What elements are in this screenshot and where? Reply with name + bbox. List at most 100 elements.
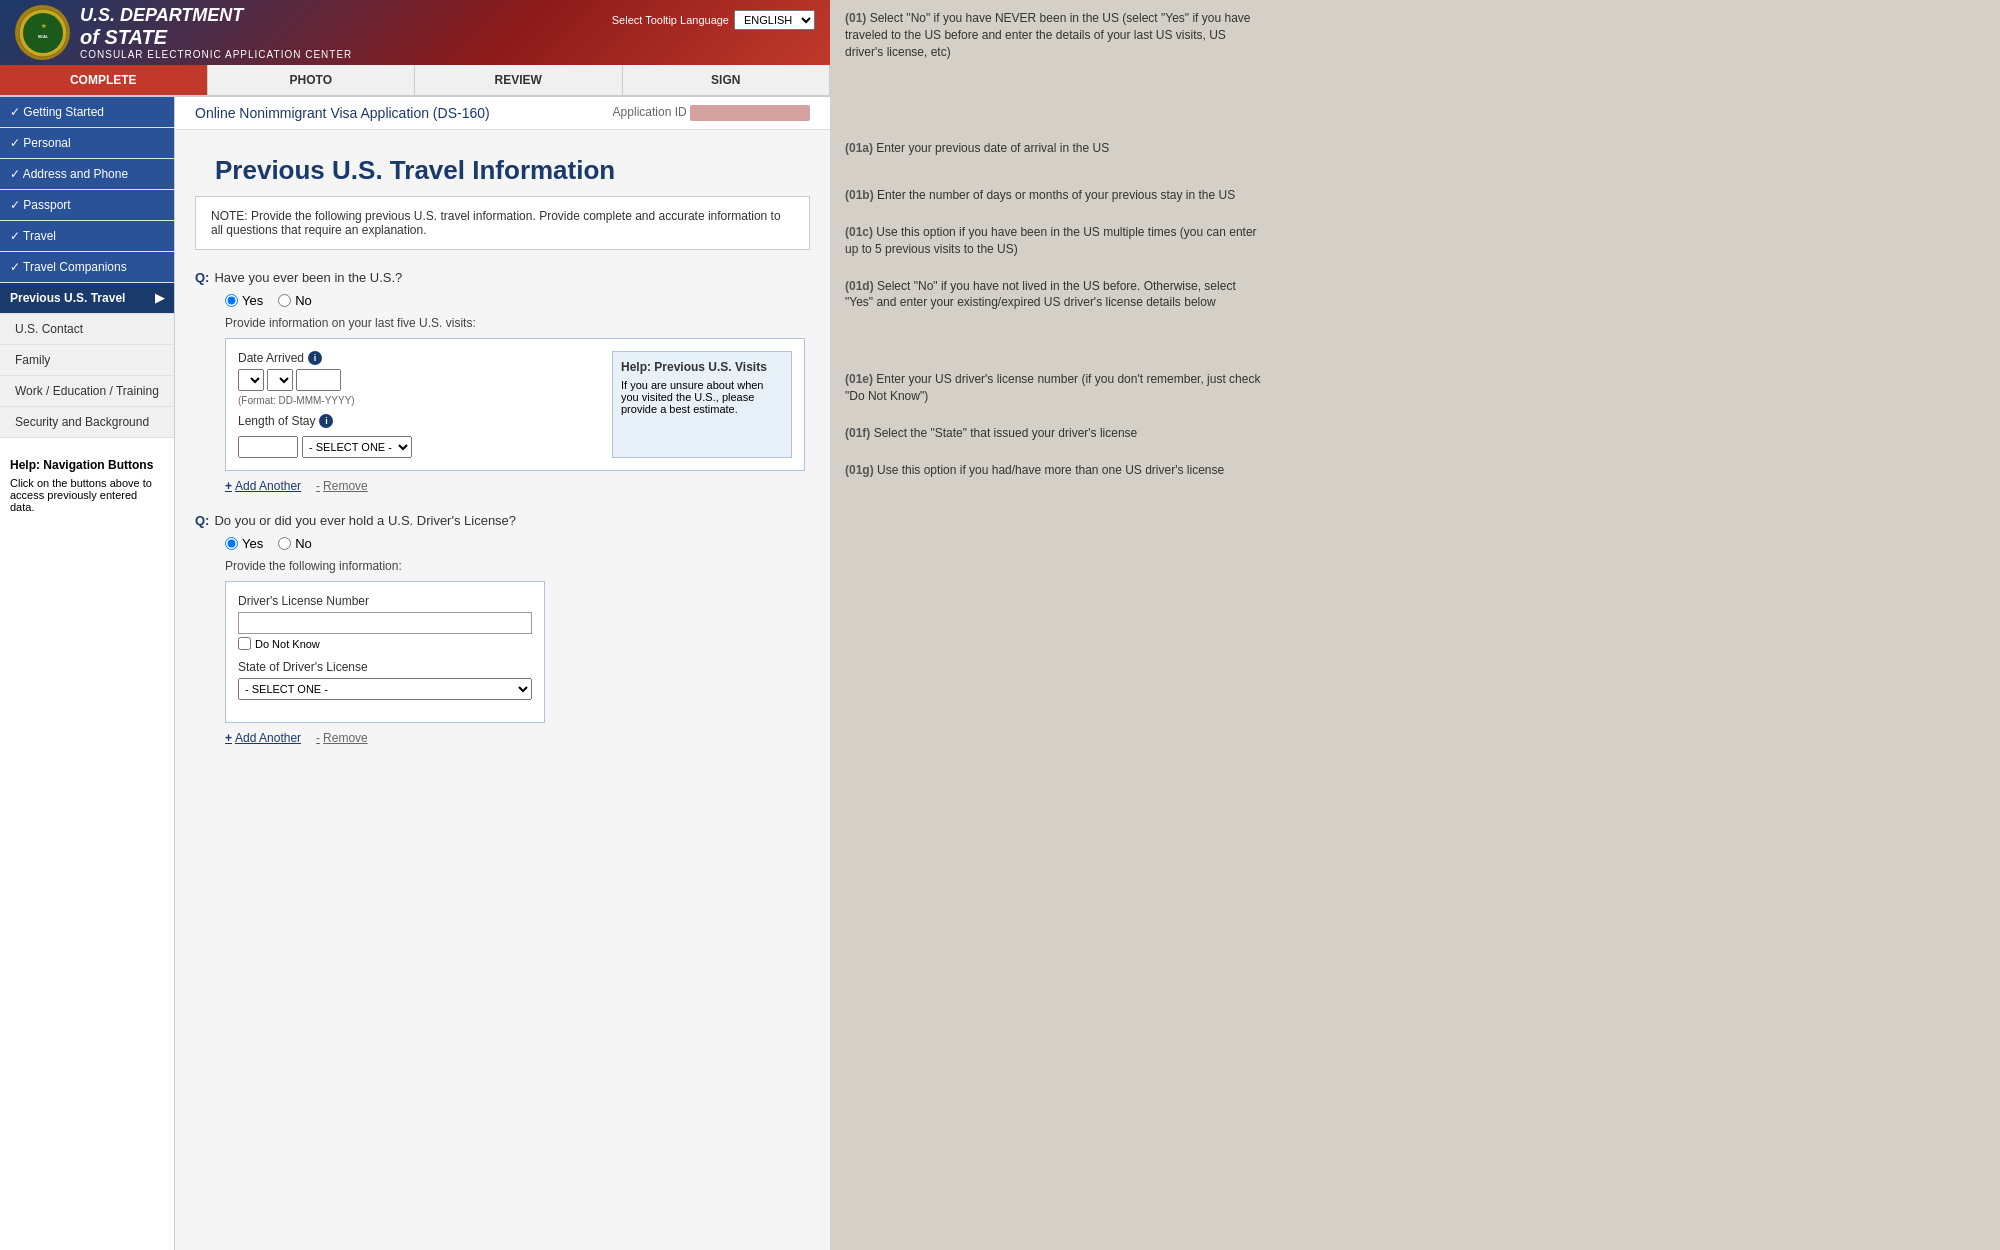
los-row: - SELECT ONE - — [238, 436, 597, 458]
ann-01g-text: Use this option if you had/have more tha… — [877, 463, 1224, 477]
q1-yes-radio[interactable] — [225, 294, 238, 307]
sidebar-help: Help: Navigation Buttons Click on the bu… — [0, 448, 174, 523]
annotation-01f: (01f) Select the "State" that issued you… — [845, 425, 1265, 442]
ann-01c-num: (01c) — [845, 225, 873, 239]
date-day-select[interactable] — [238, 369, 264, 391]
dl-do-not-know-label: Do Not Know — [255, 638, 320, 650]
annotation-01d: (01d) Select "No" if you have not lived … — [845, 278, 1265, 312]
visit-add-another-link[interactable]: + Add Another — [225, 479, 301, 493]
sidebar-item-travel[interactable]: ✓ Travel — [0, 221, 174, 252]
q1-no-option[interactable]: No — [278, 293, 312, 308]
visit-add-another-text: Add Another — [235, 479, 301, 493]
sidebar-item-getting-started[interactable]: ✓ Getting Started — [0, 97, 174, 128]
sidebar-item-personal[interactable]: ✓ Personal — [0, 128, 174, 159]
dl-number-field: Driver's License Number Do Not Know — [238, 594, 532, 650]
nav-tabs: COMPLETE PHOTO REVIEW SIGN — [0, 65, 830, 97]
q2-label: Q: — [195, 513, 209, 528]
sidebar-item-address[interactable]: ✓ Address and Phone — [0, 159, 174, 190]
date-arrived-info-icon[interactable]: i — [308, 351, 322, 365]
dl-plus-icon: + — [225, 731, 232, 745]
q1-text: Have you ever been in the U.S.? — [214, 270, 402, 285]
visit-help-box: Help: Previous U.S. Visits If you are un… — [612, 351, 792, 458]
dept-subtitle: CONSULAR ELECTRONIC APPLICATION CENTER — [80, 49, 352, 60]
ann-01c-text: Use this option if you have been in the … — [845, 225, 1257, 256]
ann-01e-text: Enter your US driver's license number (i… — [845, 372, 1260, 403]
ann-01d-text: Select "No" if you have not lived in the… — [845, 279, 1236, 310]
date-month-select[interactable] — [267, 369, 293, 391]
los-number-input[interactable] — [238, 436, 298, 458]
annotation-01: (01) Select "No" if you have NEVER been … — [845, 10, 1265, 60]
q1-no-radio[interactable] — [278, 294, 291, 307]
q1-answer: Yes No — [225, 293, 810, 308]
q1-yes-label: Yes — [242, 293, 263, 308]
ann-01g-num: (01g) — [845, 463, 874, 477]
dl-state-field: State of Driver's License - SELECT ONE - — [238, 660, 532, 700]
sidebar-help-title: Help: Navigation Buttons — [10, 458, 164, 472]
tab-review[interactable]: REVIEW — [415, 65, 623, 95]
language-selector: Select Tooltip Language ENGLISH — [612, 10, 815, 30]
q2-yes-option[interactable]: Yes — [225, 536, 263, 551]
sidebar-item-travel-companions[interactable]: ✓ Travel Companions — [0, 252, 174, 283]
ann-01a-num: (01a) — [845, 141, 873, 155]
q1-yes-option[interactable]: Yes — [225, 293, 263, 308]
sidebar-nav: ✓ Getting Started ✓ Personal ✓ Address a… — [0, 97, 174, 438]
q2-yes-label: Yes — [242, 536, 263, 551]
visit-add-remove-row: + Add Another - Remove — [225, 479, 805, 493]
annotations-panel: (01) Select "No" if you have NEVER been … — [830, 0, 1280, 1250]
visit-remove-text: Remove — [323, 479, 368, 493]
visit-left: Date Arrived i — [238, 351, 597, 458]
dl-state-select[interactable]: - SELECT ONE - — [238, 678, 532, 700]
svg-text:SEAL: SEAL — [37, 34, 48, 39]
question-1-block: Q: Have you ever been in the U.S.? Yes N… — [195, 270, 810, 493]
sidebar-item-us-contact[interactable]: U.S. Contact — [0, 314, 174, 345]
visit-remove-link[interactable]: - Remove — [316, 479, 368, 493]
ann-01f-num: (01f) — [845, 426, 870, 440]
tab-complete[interactable]: COMPLETE — [0, 65, 208, 95]
q2-no-option[interactable]: No — [278, 536, 312, 551]
dl-number-label: Driver's License Number — [238, 594, 532, 608]
q2-line: Q: Do you or did you ever hold a U.S. Dr… — [195, 513, 810, 528]
visit-plus-icon: + — [225, 479, 232, 493]
visit-help-title: Help: Previous U.S. Visits — [621, 360, 783, 374]
date-year-input[interactable] — [296, 369, 341, 391]
dl-add-another-text: Add Another — [235, 731, 301, 745]
dept-title: U.S. DEPARTMENT of STATE CONSULAR ELECTR… — [80, 5, 352, 60]
q2-no-radio[interactable] — [278, 537, 291, 550]
q1-no-label: No — [295, 293, 312, 308]
q2-text: Do you or did you ever hold a U.S. Drive… — [214, 513, 516, 528]
annotation-01a: (01a) Enter your previous date of arriva… — [845, 140, 1265, 157]
department-seal: ★ SEAL — [15, 5, 70, 60]
ann-01e-num: (01e) — [845, 372, 873, 386]
visit-entry-box: Date Arrived i — [225, 338, 805, 471]
q1-line: Q: Have you ever been in the U.S.? — [195, 270, 810, 285]
dept-name: U.S. DEPARTMENT — [80, 5, 352, 26]
sidebar-item-work-education[interactable]: Work / Education / Training — [0, 376, 174, 407]
sidebar-item-passport[interactable]: ✓ Passport — [0, 190, 174, 221]
app-header: Online Nonimmigrant Visa Application (DS… — [175, 97, 830, 130]
content-area: Previous U.S. Travel Information NOTE: P… — [175, 130, 830, 775]
q2-yes-radio[interactable] — [225, 537, 238, 550]
los-info-icon[interactable]: i — [319, 414, 333, 428]
ann-01f-text: Select the "State" that issued your driv… — [874, 426, 1138, 440]
tab-sign[interactable]: SIGN — [623, 65, 831, 95]
sidebar-item-security[interactable]: Security and Background — [0, 407, 174, 438]
los-unit-select[interactable]: - SELECT ONE - — [302, 436, 412, 458]
q1-sublabel: Provide information on your last five U.… — [225, 316, 810, 330]
app-id-value — [690, 105, 810, 121]
visit-minus-icon: - — [316, 479, 320, 493]
dl-do-not-know-checkbox[interactable] — [238, 637, 251, 650]
tab-photo[interactable]: PHOTO — [208, 65, 416, 95]
lang-select[interactable]: ENGLISH — [734, 10, 815, 30]
question-2-block: Q: Do you or did you ever hold a U.S. Dr… — [195, 513, 810, 745]
sidebar-item-previous-us-travel[interactable]: Previous U.S. Travel ▶ — [0, 283, 174, 314]
q1-label: Q: — [195, 270, 209, 285]
dl-add-another-link[interactable]: + Add Another — [225, 731, 301, 745]
dl-remove-link[interactable]: - Remove — [316, 731, 368, 745]
sidebar-arrow-icon: ▶ — [155, 291, 164, 305]
sidebar: ✓ Getting Started ✓ Personal ✓ Address a… — [0, 97, 175, 1250]
svg-point-1 — [23, 13, 63, 53]
date-inputs — [238, 369, 597, 391]
sidebar-item-family[interactable]: Family — [0, 345, 174, 376]
dl-number-input[interactable] — [238, 612, 532, 634]
date-format-hint: (Format: DD-MMM-YYYY) — [238, 395, 597, 406]
